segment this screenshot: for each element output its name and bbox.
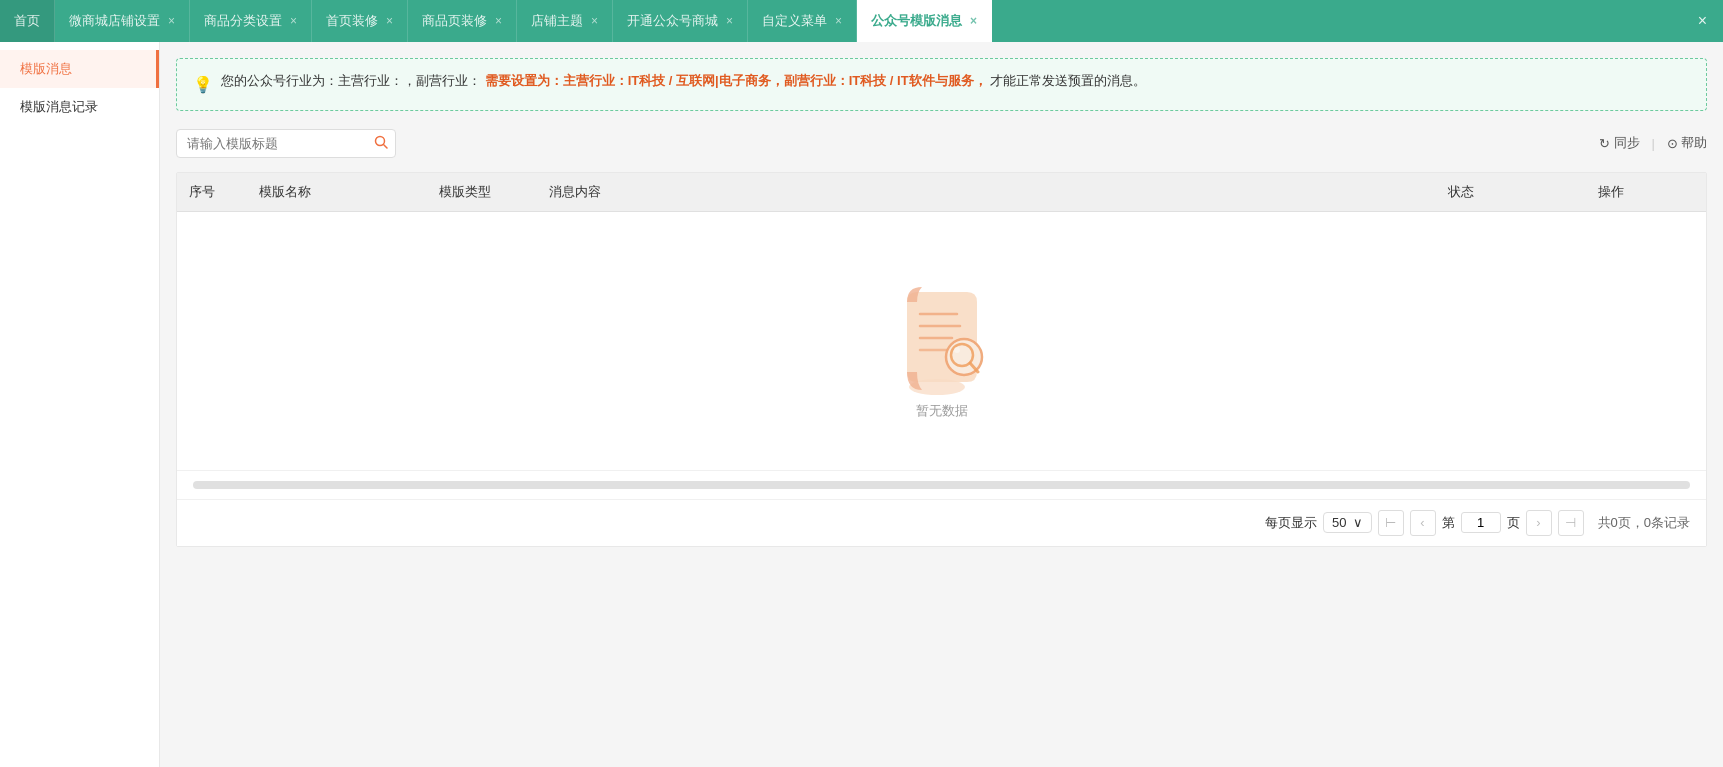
close-shop-settings[interactable]: ×	[168, 14, 175, 28]
notice-highlight: 需要设置为：主营行业：IT科技 / 互联网|电子商务，副营行业：IT科技 / I…	[485, 73, 987, 88]
page-label-after: 页	[1507, 514, 1520, 532]
svg-point-10	[954, 347, 960, 353]
close-product-decor[interactable]: ×	[495, 14, 502, 28]
page-size-label: 每页显示	[1265, 514, 1317, 532]
sidebar: 模版消息 模版消息记录	[0, 42, 160, 767]
close-shop-theme[interactable]: ×	[591, 14, 598, 28]
col-seq: 序号	[177, 173, 247, 211]
data-table: 序号 模版名称 模版类型 消息内容 状态 操作	[176, 172, 1707, 547]
page-total: 共0页，0条记录	[1598, 514, 1690, 532]
tab-template-msg[interactable]: 公众号模版消息 ×	[857, 0, 992, 42]
first-page-button[interactable]: ⊢	[1378, 510, 1404, 536]
col-action: 操作	[1586, 173, 1706, 211]
notice-icon: 💡	[193, 72, 213, 98]
scrollbar-area[interactable]	[177, 470, 1706, 499]
divider: |	[1652, 136, 1655, 151]
tab-shop-settings[interactable]: 微商城店铺设置 ×	[55, 0, 190, 42]
search-input[interactable]	[176, 129, 396, 158]
close-custom-menu[interactable]: ×	[835, 14, 842, 28]
close-open-mall[interactable]: ×	[726, 14, 733, 28]
close-product-category[interactable]: ×	[290, 14, 297, 28]
empty-state: 暂无数据	[177, 212, 1706, 470]
close-homepage-decor[interactable]: ×	[386, 14, 393, 28]
search-button[interactable]	[374, 135, 388, 152]
main-layout: 模版消息 模版消息记录 💡 您的公众号行业为：主营行业：，副营行业： 需要设置为…	[0, 42, 1723, 767]
tab-shop-theme[interactable]: 店铺主题 ×	[517, 0, 613, 42]
svg-line-1	[384, 144, 388, 148]
topbar: 首页 微商城店铺设置 × 商品分类设置 × 首页装修 × 商品页装修 × 店铺主…	[0, 0, 1723, 42]
col-name: 模版名称	[247, 173, 427, 211]
tab-homepage-decor[interactable]: 首页装修 ×	[312, 0, 408, 42]
sidebar-item-template-message-record[interactable]: 模版消息记录	[0, 88, 159, 126]
col-status: 状态	[1436, 173, 1586, 211]
tab-product-category[interactable]: 商品分类设置 ×	[190, 0, 312, 42]
close-template-msg[interactable]: ×	[970, 14, 977, 28]
help-button[interactable]: ⊙ 帮助	[1667, 134, 1707, 152]
prev-page-button[interactable]: ‹	[1410, 510, 1436, 536]
search-bar-right: ↻ 同步 | ⊙ 帮助	[1599, 134, 1707, 152]
tab-product-decor[interactable]: 商品页装修 ×	[408, 0, 517, 42]
tab-home[interactable]: 首页	[0, 0, 55, 42]
search-bar-left	[176, 129, 396, 158]
main-content: 💡 您的公众号行业为：主营行业：，副营行业： 需要设置为：主营行业：IT科技 /…	[160, 42, 1723, 767]
sync-button[interactable]: ↻ 同步	[1599, 134, 1640, 152]
tab-custom-menu[interactable]: 自定义菜单 ×	[748, 0, 857, 42]
empty-text: 暂无数据	[916, 402, 968, 420]
tab-open-mall[interactable]: 开通公众号商城 ×	[613, 0, 748, 42]
col-type: 模版类型	[427, 173, 537, 211]
col-content: 消息内容	[537, 173, 1436, 211]
close-all-tabs[interactable]: ×	[1682, 12, 1723, 30]
notice-box: 💡 您的公众号行业为：主营行业：，副营行业： 需要设置为：主营行业：IT科技 /…	[176, 58, 1707, 111]
page-label-before: 第	[1442, 514, 1455, 532]
table-header: 序号 模版名称 模版类型 消息内容 状态 操作	[177, 173, 1706, 212]
search-input-wrapper	[176, 129, 396, 158]
last-page-button[interactable]: ⊣	[1558, 510, 1584, 536]
horizontal-scrollbar[interactable]	[193, 481, 1690, 489]
pagination-bar: 每页显示 50 ∨ ⊢ ‹ 第 页 › ⊣ 共0页，0条记录	[177, 499, 1706, 546]
page-size-select[interactable]: 50 ∨	[1323, 512, 1371, 533]
search-bar: ↻ 同步 | ⊙ 帮助	[176, 129, 1707, 158]
page-number-input[interactable]	[1461, 512, 1501, 533]
empty-illustration	[882, 272, 1002, 402]
sidebar-item-template-message[interactable]: 模版消息	[0, 50, 159, 88]
next-page-button[interactable]: ›	[1526, 510, 1552, 536]
